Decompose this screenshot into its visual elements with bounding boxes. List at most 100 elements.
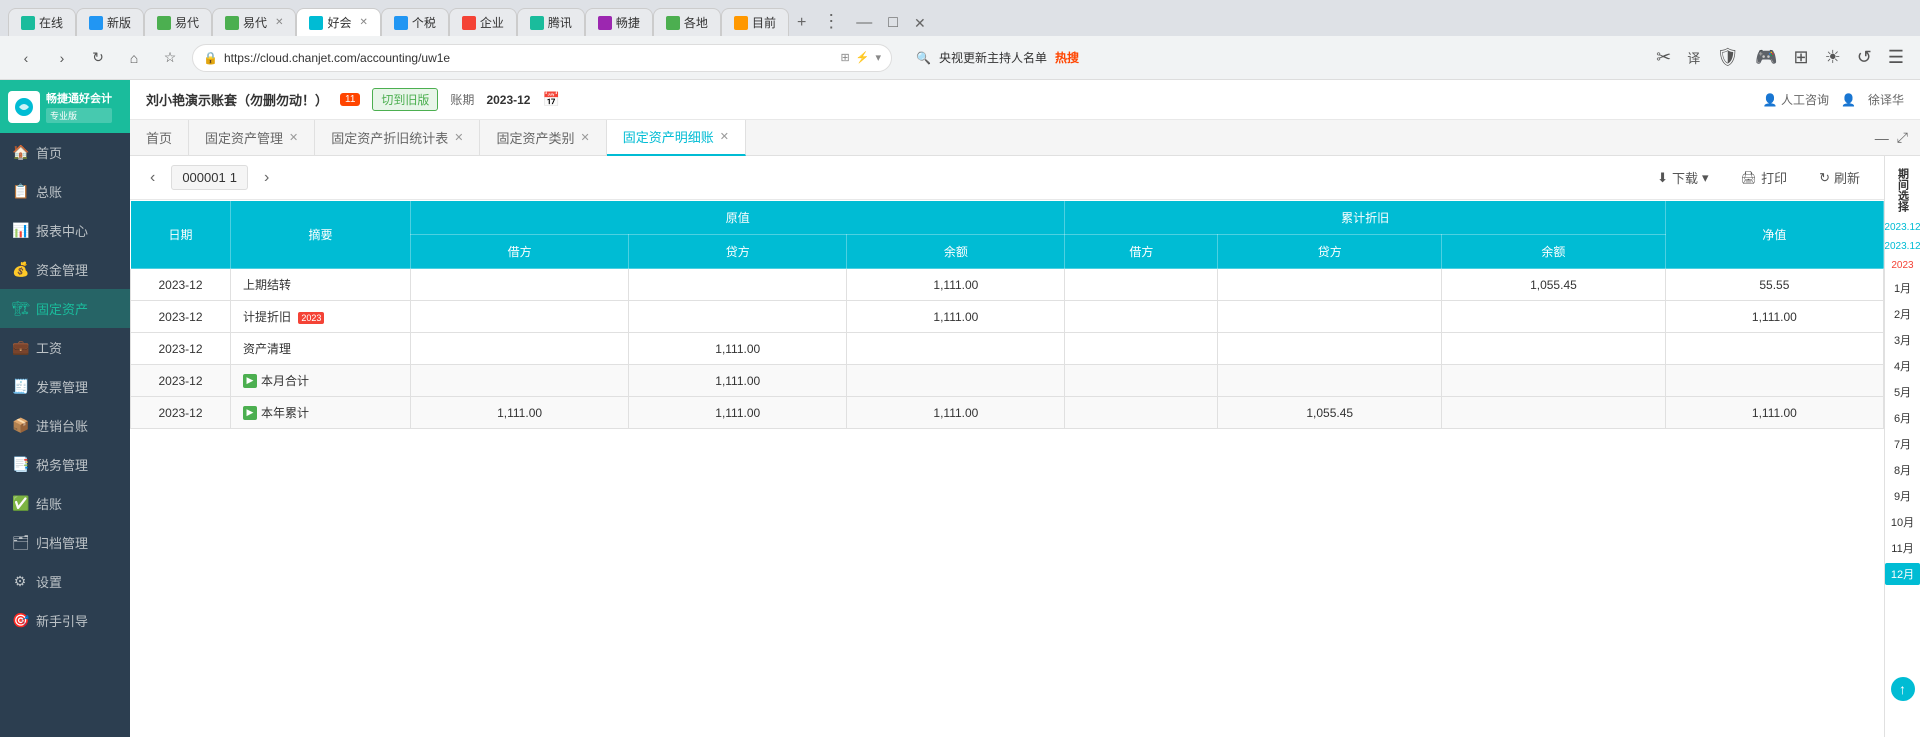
sidebar-item-guide[interactable]: 🎯 新手引导: [0, 601, 130, 640]
tab-label: 在线: [39, 14, 63, 31]
period-month-5[interactable]: 5月: [1885, 381, 1920, 403]
sidebar-item-close-period[interactable]: ✅ 结账: [0, 484, 130, 523]
browser-tab-yidai2[interactable]: 易代 ✕: [212, 8, 296, 36]
app-container: 畅捷通好会计 专业版 🏠 首页 📋 总账 📊 报表中心 💰 资金管理 🏗 固定资…: [0, 80, 1920, 737]
switch-version-button[interactable]: 切到旧版: [372, 88, 438, 111]
expand-tab-icon[interactable]: ⤢: [1897, 129, 1908, 146]
sidebar-item-label: 进销台账: [36, 416, 88, 435]
calendar-icon[interactable]: 📅: [542, 91, 559, 108]
forward-button[interactable]: ›: [48, 44, 76, 72]
maximize-icon[interactable]: □: [880, 10, 906, 36]
browser-tab-zaixin[interactable]: 在线: [8, 8, 76, 36]
sidebar-item-home[interactable]: 🏠 首页: [0, 133, 130, 172]
brightness-tool[interactable]: ☀: [1821, 45, 1845, 70]
period-month-4[interactable]: 4月: [1885, 355, 1920, 377]
browser-tab-xinban[interactable]: 新版: [76, 8, 144, 36]
tab-label: 畅捷: [616, 14, 640, 31]
sidebar-item-archive[interactable]: 🗂 归档管理: [0, 523, 130, 562]
sidebar-item-general-ledger[interactable]: 📋 总账: [0, 172, 130, 211]
close-window-icon[interactable]: ✕: [906, 11, 934, 36]
sidebar-item-label: 报表中心: [36, 221, 88, 240]
browser-tab-geshui[interactable]: 个税: [381, 8, 449, 36]
period-month-10[interactable]: 10月: [1885, 511, 1920, 533]
prev-record-button[interactable]: ‹: [146, 167, 159, 189]
sidebar-item-payroll[interactable]: 💼 工资: [0, 328, 130, 367]
browser-tab-haokuai[interactable]: 好会 ✕: [296, 8, 380, 36]
page-tab-depreciation-stats[interactable]: 固定资产折旧统计表 ✕: [315, 120, 480, 156]
dropdown-icon[interactable]: ▾: [875, 51, 881, 64]
translate-tool[interactable]: 译: [1683, 46, 1704, 69]
period-month-8[interactable]: 8月: [1885, 459, 1920, 481]
cell-dep-credit: [1218, 301, 1442, 333]
refresh-button[interactable]: ↻ 刷新: [1811, 164, 1868, 191]
page-tab-asset-detail[interactable]: 固定资产明细账 ✕: [607, 120, 746, 156]
sidebar-item-fixed-assets[interactable]: 🏗 固定资产: [0, 289, 130, 328]
period-selector-title[interactable]: 期间选择: [1893, 164, 1913, 216]
print-button[interactable]: 🖨 打印: [1733, 164, 1796, 191]
flash-icon: ⚡: [856, 51, 870, 64]
back-button[interactable]: ‹: [12, 44, 40, 72]
sidebar-item-purchase-sales[interactable]: 📦 进销台账: [0, 406, 130, 445]
collapse-tab-icon[interactable]: —: [1875, 130, 1889, 146]
sidebar-item-funds[interactable]: 💰 资金管理: [0, 250, 130, 289]
tab-favicon: [21, 16, 35, 30]
game-tool[interactable]: 🎮: [1751, 45, 1781, 70]
reload-button[interactable]: ↻: [84, 44, 112, 72]
sidebar-item-reports[interactable]: 📊 报表中心: [0, 211, 130, 250]
cell-date: 2023-12: [131, 301, 231, 333]
period-month-6[interactable]: 6月: [1885, 407, 1920, 429]
scroll-to-top-button[interactable]: ↑: [1891, 677, 1915, 701]
period-month-3[interactable]: 3月: [1885, 329, 1920, 351]
period-month-2[interactable]: 2月: [1885, 303, 1920, 325]
menu-tool[interactable]: ☰: [1884, 45, 1908, 70]
th-dep-balance: 余额: [1442, 235, 1666, 269]
page-tab-close-icon[interactable]: ✕: [581, 131, 590, 144]
page-tab-close-icon[interactable]: ✕: [454, 131, 463, 144]
sidebar-item-label: 发票管理: [36, 377, 88, 396]
cell-dep-balance: [1442, 301, 1666, 333]
page-tab-close-icon[interactable]: ✕: [289, 131, 298, 144]
sidebar-item-label: 设置: [36, 572, 62, 591]
shield-tool[interactable]: 🛡: [1712, 45, 1743, 70]
ai-help-button[interactable]: 👤 人工咨询: [1763, 91, 1829, 108]
hot-search-label[interactable]: 热搜: [1055, 49, 1079, 66]
th-summary: 摘要: [231, 201, 411, 269]
period-month-7[interactable]: 7月: [1885, 433, 1920, 455]
grid-tool[interactable]: ⊞: [1790, 45, 1813, 70]
next-record-button[interactable]: ›: [260, 167, 273, 189]
page-tab-label: 首页: [146, 128, 172, 147]
download-button[interactable]: ⬇ 下载 ▾: [1649, 164, 1716, 191]
cut-tool[interactable]: ✂: [1652, 45, 1675, 70]
browser-tab-gedi[interactable]: 各地: [653, 8, 721, 36]
minimize-icon[interactable]: —: [848, 10, 880, 36]
browser-tab-muqian[interactable]: 目前: [721, 8, 789, 36]
th-original-value: 原值: [411, 201, 1065, 235]
browser-tab-qiye[interactable]: 企业: [449, 8, 517, 36]
new-tab-button[interactable]: +: [789, 10, 814, 36]
sidebar-item-tax[interactable]: 📑 税务管理: [0, 445, 130, 484]
browser-tab-yidai1[interactable]: 易代: [144, 8, 212, 36]
sidebar-item-invoice[interactable]: 🧾 发票管理: [0, 367, 130, 406]
period-month-11[interactable]: 11月: [1885, 537, 1920, 559]
period-month-12[interactable]: 12月: [1885, 563, 1920, 585]
user-avatar[interactable]: 👤: [1841, 93, 1856, 107]
cell-dep-debit: [1065, 397, 1218, 429]
tax-icon: 📑: [12, 456, 28, 473]
bookmark-button[interactable]: ☆: [156, 44, 184, 72]
period-month-1[interactable]: 1月: [1885, 277, 1920, 299]
tab-close-icon[interactable]: ✕: [359, 17, 367, 28]
page-tab-close-icon[interactable]: ✕: [720, 130, 729, 143]
page-tab-asset-category[interactable]: 固定资产类别 ✕: [480, 120, 606, 156]
page-tab-fixed-asset-mgmt[interactable]: 固定资产管理 ✕: [189, 120, 315, 156]
sidebar-item-settings[interactable]: ⚙ 设置: [0, 562, 130, 601]
history-tool[interactable]: ↺: [1853, 45, 1876, 70]
tab-close-icon[interactable]: ✕: [275, 17, 283, 28]
address-bar[interactable]: 🔒 https://cloud.chanjet.com/accounting/u…: [192, 44, 892, 72]
browser-tab-changjie[interactable]: 畅捷: [585, 8, 653, 36]
home-button[interactable]: ⌂: [120, 44, 148, 72]
tab-more-icon[interactable]: ⋮: [814, 7, 848, 36]
period-month-9[interactable]: 9月: [1885, 485, 1920, 507]
browser-tab-tengxun[interactable]: 腾讯: [517, 8, 585, 36]
header-right: 👤 人工咨询 👤 徐译华: [1763, 91, 1904, 108]
page-tab-home[interactable]: 首页: [130, 120, 189, 156]
